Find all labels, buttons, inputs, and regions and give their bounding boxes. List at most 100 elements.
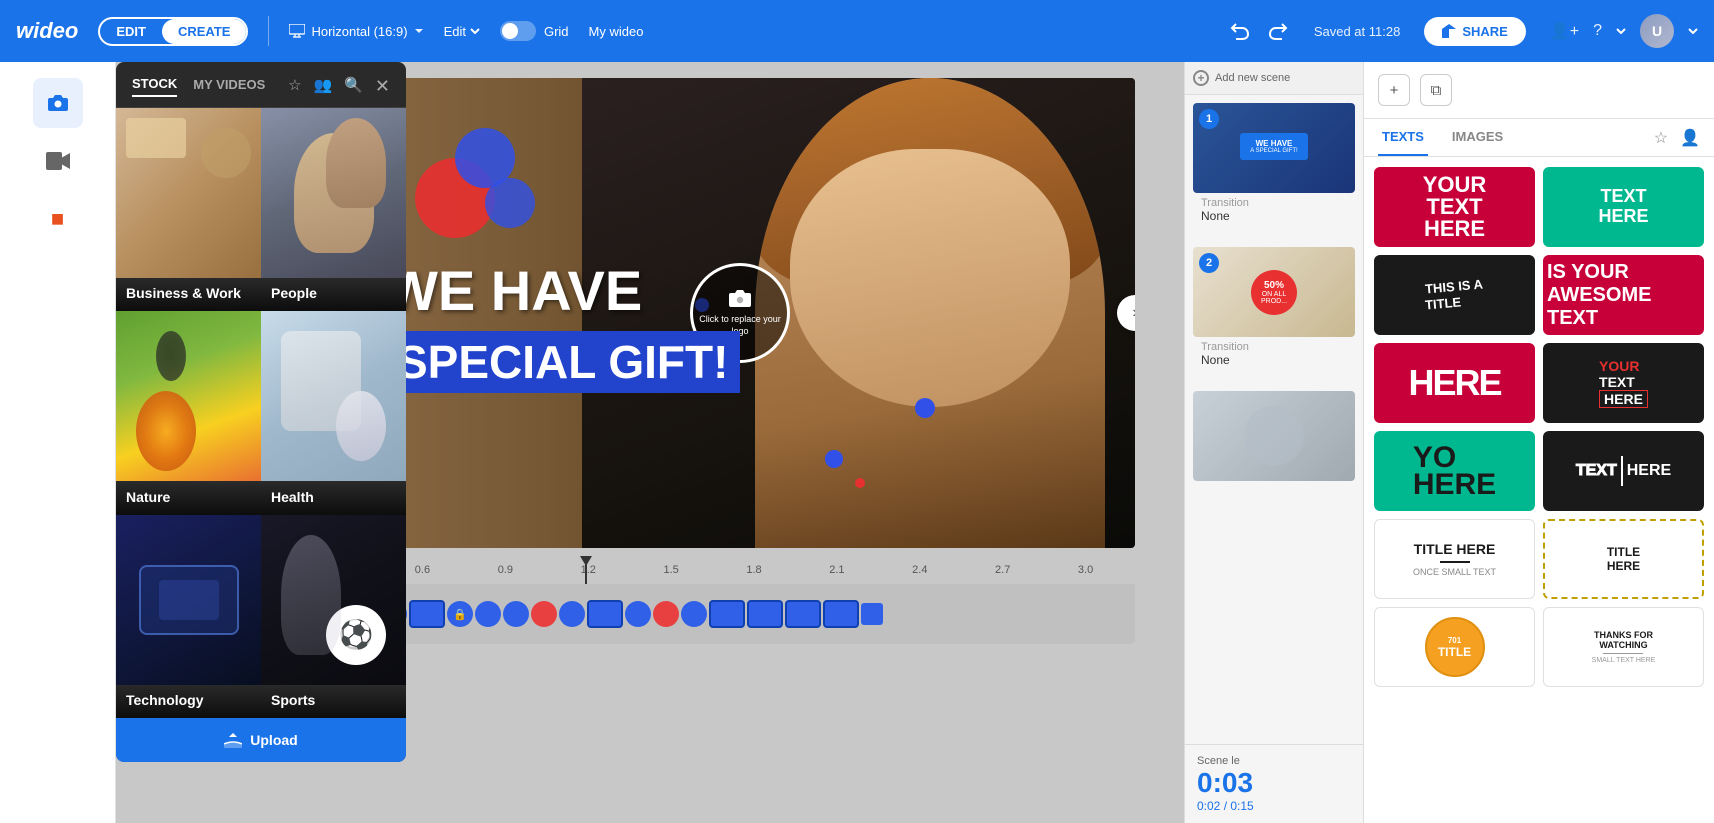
grid-toggle[interactable]: Grid bbox=[500, 21, 569, 41]
track-item-15[interactable] bbox=[823, 600, 859, 628]
business-label-overlay: Business & Work bbox=[116, 277, 261, 311]
stock-tab-icons: ☆ 👥 🔍 ✕ bbox=[288, 76, 390, 97]
health-label: Health bbox=[271, 489, 314, 505]
avatar[interactable]: U bbox=[1640, 14, 1674, 48]
share-icon bbox=[1442, 24, 1456, 38]
toggle-thumb bbox=[502, 23, 518, 39]
sidebar-video-btn[interactable] bbox=[33, 136, 83, 186]
people-icon[interactable]: 👥 bbox=[314, 76, 333, 97]
redo-icon[interactable] bbox=[1268, 22, 1288, 40]
help-icon[interactable]: ? bbox=[1593, 22, 1602, 40]
sports-label: Sports bbox=[271, 692, 315, 708]
track-item-13[interactable] bbox=[747, 600, 783, 628]
edit-button[interactable]: EDIT bbox=[100, 19, 162, 44]
add-element-button[interactable]: + bbox=[1378, 74, 1410, 106]
track-item-7[interactable] bbox=[559, 601, 585, 627]
add-scene-icon: + bbox=[1193, 70, 1209, 86]
canvas-main[interactable]: Click to replace your logo WE HAVE SPECI… bbox=[345, 78, 1135, 548]
track-item-10[interactable] bbox=[653, 601, 679, 627]
rp-tab-icons: ☆ 👤 bbox=[1654, 128, 1700, 148]
text-template-8[interactable]: TEXT HERE bbox=[1543, 431, 1704, 511]
track-item-6[interactable] bbox=[531, 601, 557, 627]
grid-label: Grid bbox=[544, 24, 569, 39]
technology-label-overlay: Technology bbox=[116, 684, 261, 718]
category-people[interactable]: People bbox=[261, 108, 406, 311]
timeline-track-items: 🔒 🔒 bbox=[381, 600, 1127, 628]
add-user-icon[interactable]: 👤+ bbox=[1550, 21, 1579, 41]
texts-tab[interactable]: TEXTS bbox=[1378, 119, 1428, 156]
scene-1-thumbnail: WE HAVE A SPECIAL GIFT! 1 bbox=[1193, 103, 1355, 193]
people-label: People bbox=[271, 285, 317, 301]
track-item-16[interactable] bbox=[861, 603, 883, 625]
person-tab-icon[interactable]: 👤 bbox=[1680, 128, 1700, 148]
text-template-2[interactable]: TEXT HERE bbox=[1543, 167, 1704, 247]
scene-panel: + Add new scene WE HAVE A SPECIAL GIFT! … bbox=[1184, 62, 1364, 823]
close-icon[interactable]: ✕ bbox=[375, 76, 390, 97]
timeline-tracks: 🎬 🔒 🔒 bbox=[345, 584, 1135, 644]
my-videos-tab[interactable]: MY VIDEOS bbox=[193, 77, 265, 96]
track-item-9[interactable] bbox=[625, 601, 651, 627]
add-scene-button[interactable]: + Add new scene bbox=[1193, 70, 1355, 86]
category-business[interactable]: Business & Work bbox=[116, 108, 261, 311]
chevron-down-icon-3 bbox=[1616, 28, 1626, 34]
right-panel-actions: + ⧉ bbox=[1364, 62, 1714, 119]
text-template-6[interactable]: YOUR TEXT HERE bbox=[1543, 343, 1704, 423]
category-nature-image bbox=[116, 311, 261, 481]
category-technology[interactable]: Technology bbox=[116, 515, 261, 718]
timeline-playhead[interactable] bbox=[585, 556, 587, 584]
scene-3-thumbnail bbox=[1193, 391, 1355, 481]
scene-bottom-info: Scene le 0:03 0:02 / 0:15 bbox=[1185, 744, 1363, 823]
text-template-9[interactable]: TITLE HERE ONCE SMALL TEXT bbox=[1374, 519, 1535, 599]
category-health[interactable]: Health bbox=[261, 311, 406, 514]
text-template-4[interactable]: IS YOURAWESOMETEXT bbox=[1543, 255, 1704, 335]
track-item-14[interactable] bbox=[785, 600, 821, 628]
text-template-1[interactable]: YOUR TEXT HERE bbox=[1374, 167, 1535, 247]
scene-1-badge: 1 bbox=[1199, 109, 1219, 129]
nature-label: Nature bbox=[126, 489, 170, 505]
scene-length-label: Scene le bbox=[1197, 755, 1351, 767]
text-template-11[interactable]: 701 TITLE bbox=[1374, 607, 1535, 687]
category-sports-image: ⚽ bbox=[261, 515, 406, 685]
sidebar-camera-btn[interactable] bbox=[33, 78, 83, 128]
text-template-5[interactable]: HERE bbox=[1374, 343, 1535, 423]
people-label-overlay: People bbox=[261, 277, 406, 311]
text-template-3[interactable]: THIS IS A TITLE bbox=[1374, 255, 1535, 335]
text-template-10[interactable]: TITLEHERE bbox=[1543, 519, 1704, 599]
scene-item-2[interactable]: 50% ON ALL PROD... 2 Transition None bbox=[1185, 239, 1363, 383]
stock-tab[interactable]: STOCK bbox=[132, 76, 177, 97]
time-mark-27: 2.7 bbox=[961, 564, 1044, 576]
share-button[interactable]: SHARE bbox=[1424, 17, 1526, 46]
track-item-8[interactable] bbox=[587, 600, 623, 628]
category-nature[interactable]: Nature bbox=[116, 311, 261, 514]
grid-switch[interactable] bbox=[500, 21, 536, 41]
scene-1-transition-label: Transition bbox=[1201, 197, 1347, 209]
search-icon[interactable]: 🔍 bbox=[344, 76, 363, 97]
upload-button[interactable]: Upload bbox=[116, 718, 406, 762]
track-item-5[interactable] bbox=[503, 601, 529, 627]
scene-item-3[interactable] bbox=[1185, 383, 1363, 489]
star-icon[interactable]: ☆ bbox=[288, 76, 301, 97]
images-tab[interactable]: IMAGES bbox=[1448, 119, 1507, 156]
track-item-2[interactable] bbox=[409, 600, 445, 628]
category-business-image bbox=[116, 108, 261, 278]
track-item-4[interactable] bbox=[475, 601, 501, 627]
playhead-head bbox=[580, 556, 592, 566]
text-template-12[interactable]: THANKS FOR WATCHING SMALL TEXT HERE bbox=[1543, 607, 1704, 687]
scene-item-1[interactable]: WE HAVE A SPECIAL GIFT! 1 Transition Non… bbox=[1185, 95, 1363, 239]
text-template-7[interactable]: YOHERE bbox=[1374, 431, 1535, 511]
format-selector[interactable]: Horizontal (16:9) bbox=[289, 24, 423, 39]
undo-icon[interactable] bbox=[1230, 22, 1250, 40]
track-item-11[interactable] bbox=[681, 601, 707, 627]
track-item-3[interactable]: 🔒 bbox=[447, 601, 473, 627]
create-button[interactable]: CREATE bbox=[162, 19, 246, 44]
category-sports[interactable]: ⚽ Sports bbox=[261, 515, 406, 718]
project-title[interactable]: My wideo bbox=[589, 24, 644, 39]
edit-dropdown[interactable]: Edit bbox=[444, 24, 480, 39]
track-item-12[interactable] bbox=[709, 600, 745, 628]
right-panel: + ⧉ TEXTS IMAGES ☆ 👤 YOUR TEXT HERE TEXT bbox=[1364, 62, 1714, 823]
sidebar-color-btn[interactable]: ■ bbox=[33, 194, 83, 244]
duplicate-button[interactable]: ⧉ bbox=[1420, 74, 1452, 106]
canvas-text: WE HAVE SPECIAL GIFT! bbox=[385, 258, 740, 393]
nav-divider-1 bbox=[268, 16, 269, 46]
star-tab-icon[interactable]: ☆ bbox=[1654, 128, 1668, 148]
